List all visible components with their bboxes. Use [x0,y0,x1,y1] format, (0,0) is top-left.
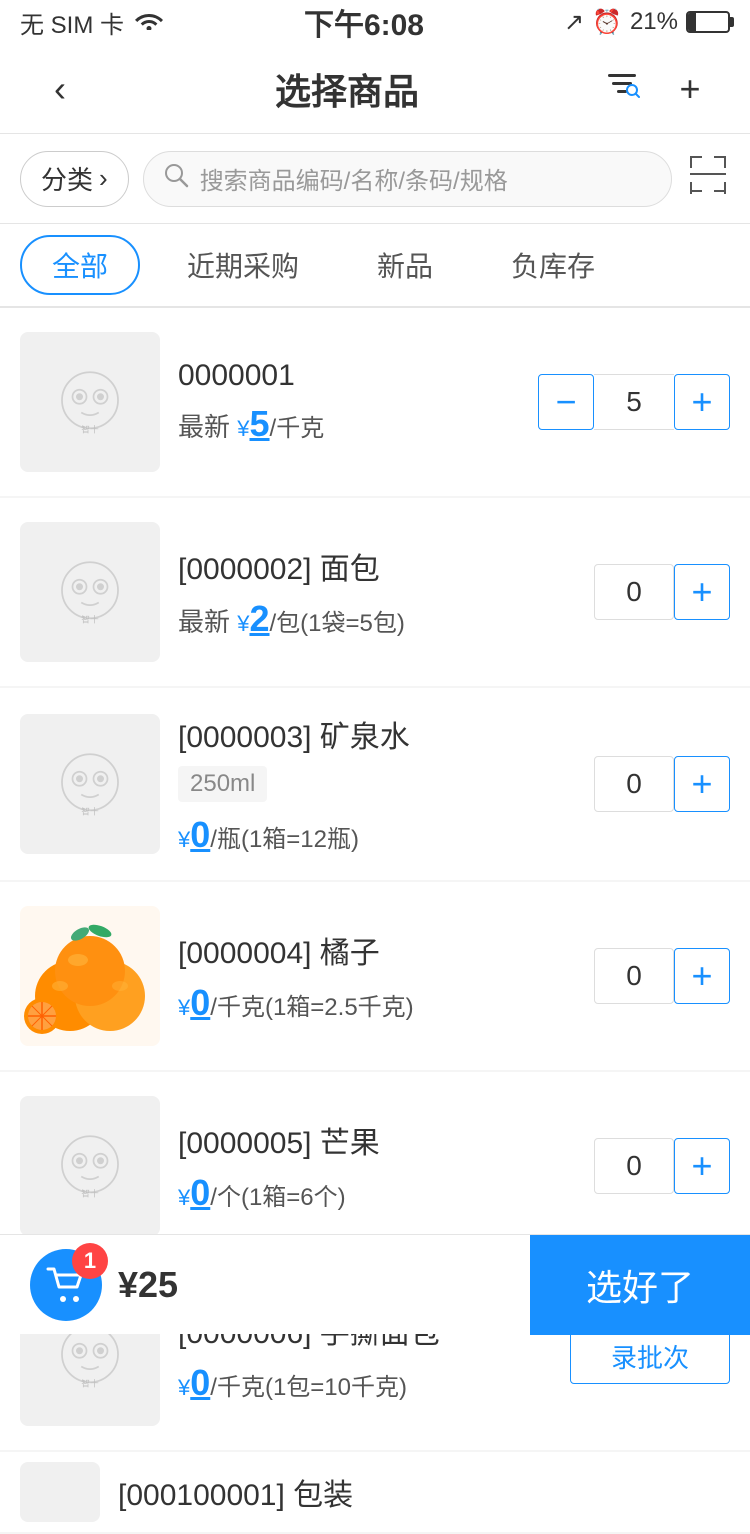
scan-icon[interactable] [686,152,730,206]
list-item: [0000004] 橘子 ¥0/千克(1箱=2.5千克) + [0,882,750,1070]
decrement-button-1[interactable]: − [538,374,594,430]
filter-icon[interactable] [604,66,640,111]
search-icon [162,161,190,196]
battery-icon [686,11,730,33]
product-info-5: [0000005] 芒果 ¥0/个(1箱=6个) [178,1118,576,1214]
alarm-icon: ⏰ [592,8,622,37]
cart-badge: 1 [72,1243,108,1279]
cart-area: 1 ¥25 [0,1249,530,1321]
qty-input-3[interactable] [594,756,674,812]
list-item: 智十 [0000002] 面包 最新 ¥2/包(1袋=5包) + [0,498,750,686]
chevron-right-icon: › [99,163,108,194]
search-box[interactable]: 搜索商品编码/名称/条码/规格 [143,151,672,207]
qty-input-1[interactable] [594,374,674,430]
qty-input-5[interactable] [594,1138,674,1194]
tab-recent[interactable]: 近期采购 [156,235,330,295]
bottom-bar: 1 ¥25 选好了 [0,1234,750,1334]
list-item: 智十 [0000005] 芒果 ¥0/个(1箱=6个) + [0,1072,750,1260]
product-price-3: ¥0/瓶(1箱=12瓶) [178,814,576,856]
increment-button-4[interactable]: + [674,948,730,1004]
qty-control-5: + [594,1138,730,1194]
product-name-1: 0000001 [178,359,520,393]
product-price-6: ¥0/千克(1包=10千克) [178,1362,552,1404]
time-display: 下午6:08 [304,0,424,44]
cart-icon[interactable]: 1 [30,1249,102,1321]
product-list: 智十 0000001 最新 ¥5/千克 − + 智十 [0000002] 面包 [0,308,750,1532]
tab-new[interactable]: 新品 [346,235,464,295]
product-image-4 [20,906,160,1046]
product-name-5: [0000005] 芒果 [178,1118,576,1162]
qty-input-2[interactable] [594,564,674,620]
product-image-2: 智十 [20,522,160,662]
increment-button-1[interactable]: + [674,374,730,430]
list-item-partial: [000100001] 包装 [0,1452,750,1532]
battery-percent: 21% [630,8,678,36]
product-name-3: [0000003] 矿泉水 [178,712,576,756]
location-icon: ↗ [564,8,584,37]
add-button[interactable]: + [660,68,720,110]
qty-control-4: + [594,948,730,1004]
product-name-2: [0000002] 面包 [178,544,576,588]
svg-text:智十: 智十 [81,424,99,435]
nav-right-actions: + [604,66,720,111]
filter-bar: 分类 › 搜索商品编码/名称/条码/规格 [0,134,750,224]
nav-bar: ‹ 选择商品 + [0,44,750,134]
svg-text:智十: 智十 [81,614,99,625]
product-image-3: 智十 [20,714,160,854]
product-info-2: [0000002] 面包 最新 ¥2/包(1袋=5包) [178,544,576,640]
product-price-1: 最新 ¥5/千克 [178,403,520,445]
qty-input-4[interactable] [594,948,674,1004]
product-image-partial [20,1462,100,1522]
qty-control-2: + [594,564,730,620]
list-item: 智十 0000001 最新 ¥5/千克 − + [0,308,750,496]
product-price-2: 最新 ¥2/包(1袋=5包) [178,598,576,640]
product-info-4: [0000004] 橘子 ¥0/千克(1箱=2.5千克) [178,928,576,1024]
increment-button-5[interactable]: + [674,1138,730,1194]
tab-bar: 全部 近期采购 新品 负库存 [0,224,750,308]
product-name-partial: [000100001] 包装 [118,1470,730,1514]
status-left: 无 SIM 卡 [20,5,164,40]
product-price-5: ¥0/个(1箱=6个) [178,1172,576,1214]
svg-text:智十: 智十 [81,806,99,817]
carrier-text: 无 SIM 卡 [20,5,124,40]
category-button[interactable]: 分类 › [20,151,129,207]
product-spec-3: 250ml [178,766,267,802]
qty-control-1: − + [538,374,730,430]
status-right: ↗ ⏰ 21% [564,8,730,37]
cart-total: ¥25 [118,1264,178,1306]
increment-button-3[interactable]: + [674,756,730,812]
qty-control-3: + [594,756,730,812]
product-name-4: [0000004] 橘子 [178,928,576,972]
qty-control-6: 录批次 [570,1328,730,1384]
product-info-3: [0000003] 矿泉水 250ml ¥0/瓶(1箱=12瓶) [178,712,576,856]
svg-text:智十: 智十 [81,1378,99,1389]
tab-negative[interactable]: 负库存 [480,235,626,295]
confirm-button[interactable]: 选好了 [530,1235,750,1335]
product-info-1: 0000001 最新 ¥5/千克 [178,359,520,445]
list-item: 智十 [0000003] 矿泉水 250ml ¥0/瓶(1箱=12瓶) + [0,688,750,880]
product-info-partial: [000100001] 包装 [118,1470,730,1524]
back-button[interactable]: ‹ [30,68,90,110]
status-bar: 无 SIM 卡 下午6:08 ↗ ⏰ 21% [0,0,750,44]
product-price-4: ¥0/千克(1箱=2.5千克) [178,982,576,1024]
svg-text:智十: 智十 [81,1188,99,1199]
increment-button-2[interactable]: + [674,564,730,620]
wifi-icon [134,8,164,37]
page-title: 选择商品 [90,63,604,115]
product-image-1: 智十 [20,332,160,472]
product-image-5: 智十 [20,1096,160,1236]
batch-button-6[interactable]: 录批次 [570,1328,730,1384]
tab-all[interactable]: 全部 [20,235,140,295]
search-placeholder: 搜索商品编码/名称/条码/规格 [200,161,508,196]
